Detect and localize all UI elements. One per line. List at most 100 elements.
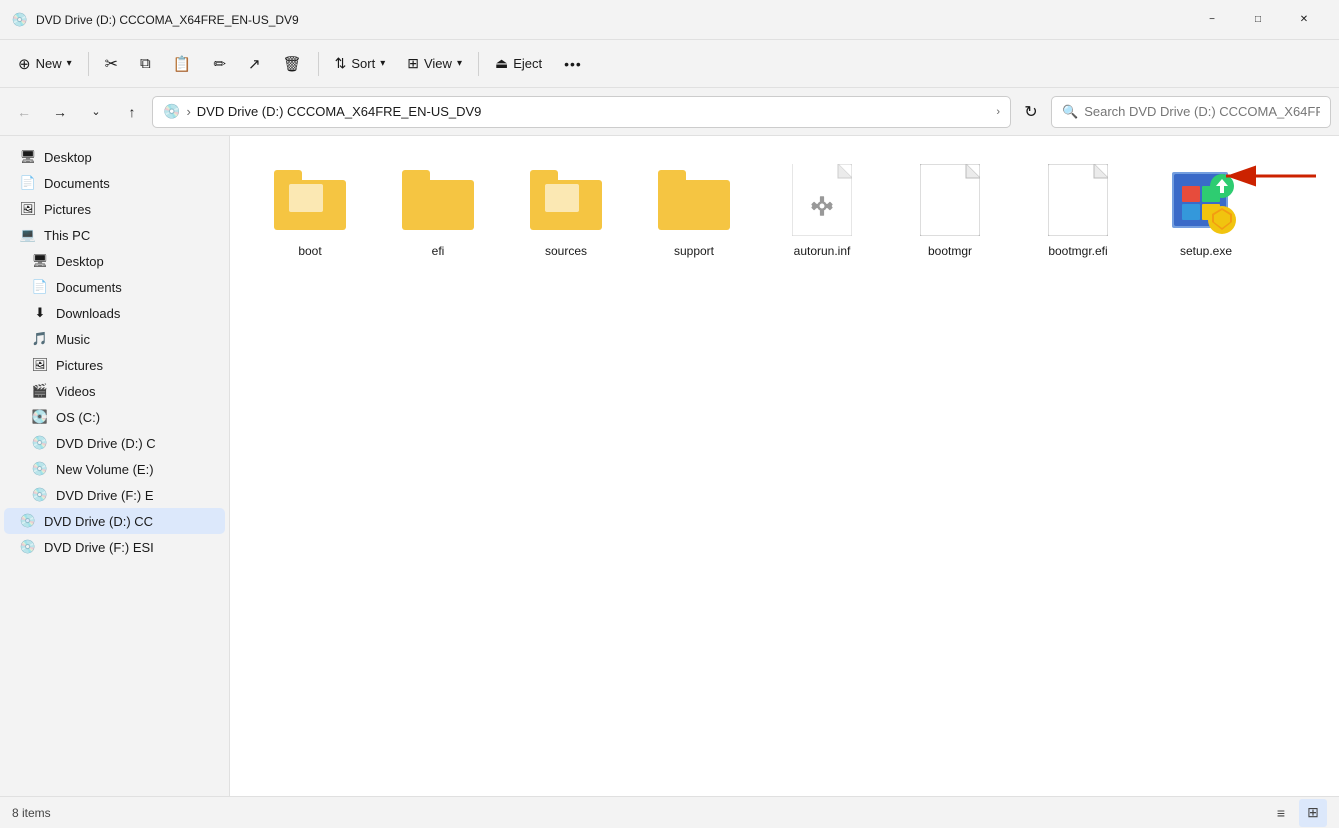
file-item-sources[interactable]: sources [506, 156, 626, 266]
cut-button[interactable]: ✂ [95, 48, 128, 80]
file-item-support[interactable]: support [634, 156, 754, 266]
file-item-bootmgr-efi[interactable]: bootmgr.efi [1018, 156, 1138, 266]
setup-label: setup.exe [1180, 244, 1232, 258]
downloads-icon: ⬇ [32, 305, 48, 321]
new-chevron: ▾ [67, 58, 72, 69]
file-item-bootmgr[interactable]: bootmgr [890, 156, 1010, 266]
title-bar: 💿 DVD Drive (D:) CCCOMA_X64FRE_EN-US_DV9… [0, 0, 1339, 40]
sort-chevron: ▾ [380, 58, 385, 69]
music-icon: 🎵 [32, 331, 48, 347]
pictures-top-icon: 🖼 [20, 201, 36, 217]
refresh-button[interactable]: ↻ [1015, 96, 1047, 128]
sidebar-item-dvd-f-bottom[interactable]: 💿 DVD Drive (F:) ESI [4, 534, 225, 560]
window-icon: 💿 [12, 12, 28, 28]
close-button[interactable]: ✕ [1281, 0, 1327, 40]
support-label: support [674, 244, 714, 258]
delete-icon: 🗑 [283, 55, 302, 73]
sidebar-item-desktop-pc[interactable]: 🖥 Desktop [4, 248, 225, 274]
search-input[interactable] [1084, 104, 1320, 119]
search-icon: 🔍 [1062, 104, 1078, 120]
sort-icon: ⇅ [335, 55, 347, 72]
status-item-count: 8 items [12, 806, 51, 820]
sidebar-item-videos[interactable]: 🎬 Videos [4, 378, 225, 404]
sidebar-item-pictures-top[interactable]: 🖼 Pictures [4, 196, 225, 222]
sidebar-item-label: DVD Drive (F:) ESI [44, 540, 154, 555]
back-button[interactable]: ← [8, 96, 40, 128]
new-button[interactable]: ⊕ New ▾ [8, 49, 82, 79]
up-button[interactable]: ↑ [116, 96, 148, 128]
sidebar-item-label: This PC [44, 228, 90, 243]
desktop-pc-icon: 🖥 [32, 253, 48, 269]
dvd-d-active-icon: 💿 [20, 513, 36, 529]
sidebar-item-dvd-d-active[interactable]: 💿 DVD Drive (D:) CC [4, 508, 225, 534]
boot-label: boot [298, 244, 321, 258]
more-button[interactable]: ••• [554, 50, 592, 78]
setup-icon [1166, 164, 1246, 236]
file-item-autorun[interactable]: autorun.inf [762, 156, 882, 266]
file-item-efi[interactable]: efi [378, 156, 498, 266]
eject-icon: ⏏ [495, 55, 508, 72]
dropdown-recent-button[interactable]: ⌄ [80, 96, 112, 128]
path-drive-icon: 💿 [163, 103, 180, 120]
sidebar-item-label: Documents [56, 280, 122, 295]
eject-button[interactable]: ⏏ Eject [485, 49, 552, 78]
view-label: View [424, 56, 452, 71]
sources-folder-icon [526, 164, 606, 236]
sidebar-item-label: Pictures [44, 202, 91, 217]
share-button[interactable]: ↗ [238, 49, 271, 79]
documents-top-icon: 📄 [20, 175, 36, 191]
new-volume-e-icon: 💿 [32, 461, 48, 477]
file-item-boot[interactable]: boot [250, 156, 370, 266]
sidebar-item-label: OS (C:) [56, 410, 100, 425]
paste-icon: 📋 [173, 55, 192, 73]
this-pc-icon: 💻 [20, 227, 36, 243]
sidebar-item-new-volume-e[interactable]: 💿 New Volume (E:) [4, 456, 225, 482]
sidebar-item-dvd-d[interactable]: 💿 DVD Drive (D:) C [4, 430, 225, 456]
main-content: 🖥 Desktop 📄 Documents 🖼 Pictures 💻 This … [0, 136, 1339, 796]
list-view-button[interactable]: ≡ [1267, 799, 1295, 827]
maximize-button[interactable]: □ [1235, 0, 1281, 40]
sidebar: 🖥 Desktop 📄 Documents 🖼 Pictures 💻 This … [0, 136, 230, 796]
minimize-button[interactable]: − [1189, 0, 1235, 40]
share-icon: ↗ [248, 55, 261, 73]
sidebar-item-dvd-f[interactable]: 💿 DVD Drive (F:) E [4, 482, 225, 508]
paste-button[interactable]: 📋 [163, 49, 202, 79]
sidebar-item-os-c[interactable]: 💽 OS (C:) [4, 404, 225, 430]
sidebar-item-label: DVD Drive (D:) CC [44, 514, 153, 529]
documents-pc-icon: 📄 [32, 279, 48, 295]
file-item-setup[interactable]: setup.exe [1146, 156, 1266, 266]
sidebar-item-label: DVD Drive (F:) E [56, 488, 154, 503]
toolbar-separator-1 [88, 52, 89, 76]
path-text: DVD Drive (D:) CCCOMA_X64FRE_EN-US_DV9 [197, 104, 991, 119]
sidebar-item-this-pc[interactable]: 💻 This PC [4, 222, 225, 248]
view-button[interactable]: ⊞ View ▾ [397, 49, 472, 78]
delete-button[interactable]: 🗑 [273, 49, 312, 79]
more-icon: ••• [564, 56, 582, 72]
address-path-box[interactable]: 💿 › DVD Drive (D:) CCCOMA_X64FRE_EN-US_D… [152, 96, 1011, 128]
sidebar-item-documents-top[interactable]: 📄 Documents [4, 170, 225, 196]
sidebar-item-desktop-top[interactable]: 🖥 Desktop [4, 144, 225, 170]
rename-icon: ✏ [213, 55, 226, 73]
sidebar-item-label: New Volume (E:) [56, 462, 154, 477]
status-bar: 8 items ≡ ⊞ [0, 796, 1339, 828]
sidebar-item-documents-pc[interactable]: 📄 Documents [4, 274, 225, 300]
support-folder-icon [654, 164, 734, 236]
grid-view-button[interactable]: ⊞ [1299, 799, 1327, 827]
rename-button[interactable]: ✏ [203, 49, 236, 79]
sort-button[interactable]: ⇅ Sort ▾ [325, 49, 396, 78]
dvd-f-bottom-icon: 💿 [20, 539, 36, 555]
sidebar-item-downloads[interactable]: ⬇ Downloads [4, 300, 225, 326]
pictures-pc-icon: 🖼 [32, 357, 48, 373]
view-icon: ⊞ [407, 55, 419, 72]
sidebar-item-pictures-pc[interactable]: 🖼 Pictures [4, 352, 225, 378]
eject-label: Eject [513, 56, 542, 71]
new-label: New [36, 56, 62, 71]
copy-button[interactable]: ⧉ [130, 49, 161, 78]
toolbar: ⊕ New ▾ ✂ ⧉ 📋 ✏ ↗ 🗑 ⇅ Sort ▾ ⊞ View ▾ ⏏ … [0, 40, 1339, 88]
sidebar-item-label: Documents [44, 176, 110, 191]
search-box[interactable]: 🔍 [1051, 96, 1331, 128]
forward-button[interactable]: → [44, 96, 76, 128]
efi-folder-icon [398, 164, 478, 236]
dvd-f-icon: 💿 [32, 487, 48, 503]
sidebar-item-music[interactable]: 🎵 Music [4, 326, 225, 352]
